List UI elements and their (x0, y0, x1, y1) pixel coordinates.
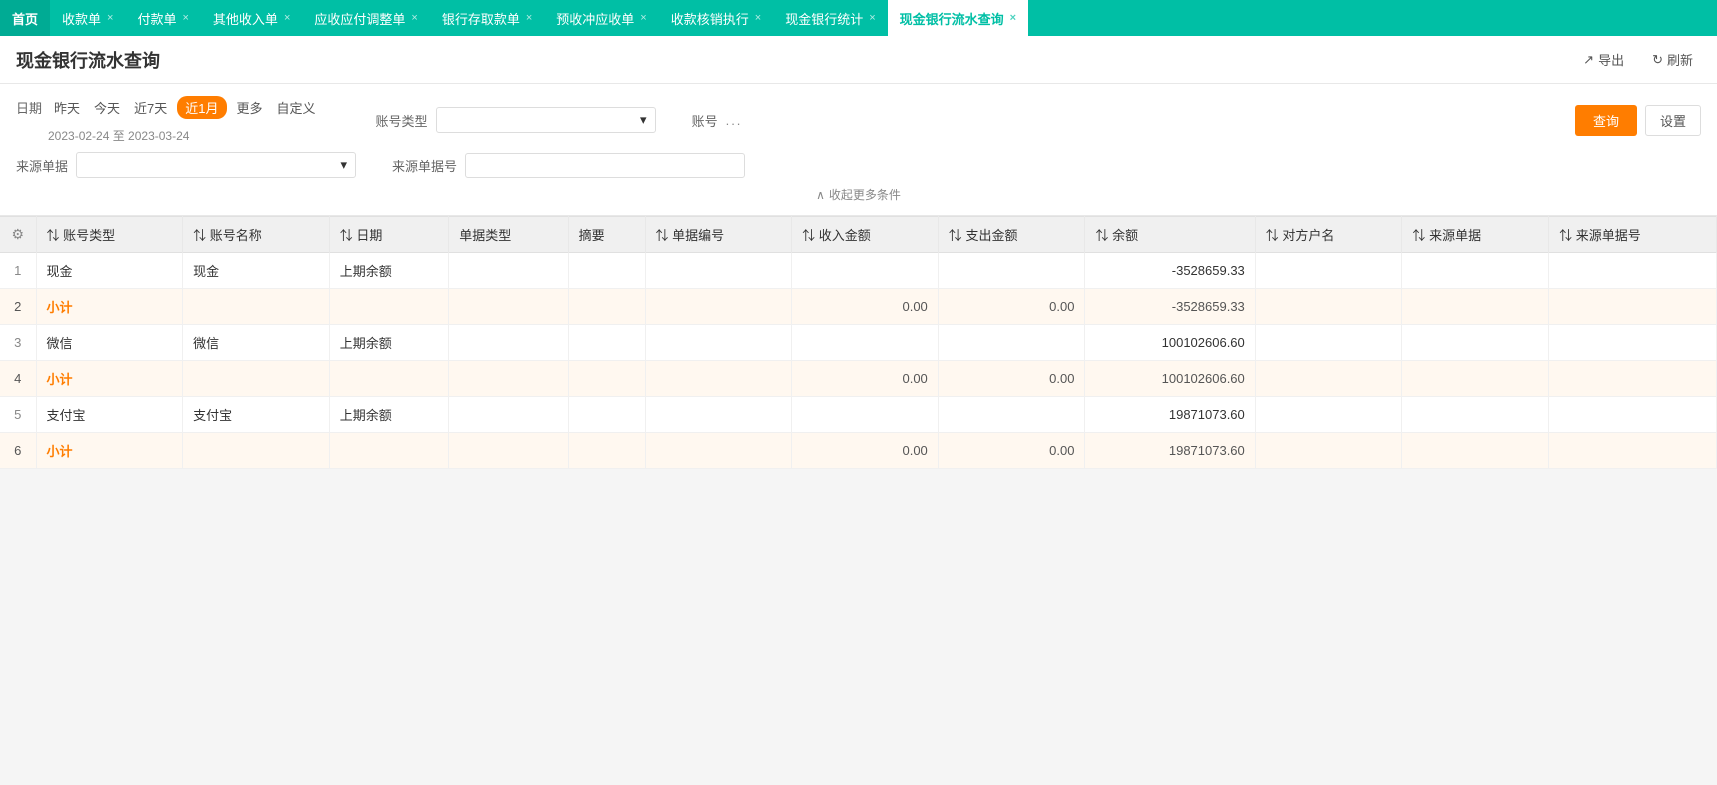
table-container: ⚙ ⇅ 账号类型 ⇅ 账号名称 ⇅ 日期 单据类型 摘要 (0, 216, 1717, 469)
close-icon[interactable]: × (411, 12, 417, 24)
filter-row-1: 日期 昨天 今天 近7天 近1月 更多 自定义 2023-02-24 至 202… (16, 96, 1701, 144)
date-opt-custom[interactable]: 自定义 (273, 96, 320, 119)
close-icon[interactable]: × (755, 12, 761, 24)
chevron-up-icon: ∧ (816, 188, 825, 202)
table-header-row: ⚙ ⇅ 账号类型 ⇅ 账号名称 ⇅ 日期 单据类型 摘要 (0, 217, 1717, 253)
close-icon[interactable]: × (182, 12, 188, 24)
table-row: 2小计0.000.00-3528659.33 (0, 289, 1717, 325)
col-income: ⇅ 收入金额 (792, 217, 939, 253)
close-icon[interactable]: × (526, 12, 532, 24)
table-row: 5支付宝支付宝上期余额19871073.60 (0, 397, 1717, 433)
close-icon[interactable]: × (107, 12, 113, 24)
nav-home[interactable]: 首页 (0, 0, 50, 36)
source-doc-no-input[interactable] (465, 153, 745, 178)
nav-tab-fukuandan[interactable]: 付款单 × (125, 0, 200, 36)
col-balance: ⇅ 余额 (1085, 217, 1255, 253)
query-button[interactable]: 查询 (1575, 105, 1637, 136)
source-doc-label: 来源单据 (16, 156, 68, 175)
date-opt-more[interactable]: 更多 (233, 96, 267, 119)
date-options: 昨天 今天 近7天 近1月 更多 自定义 (50, 96, 320, 119)
col-settings[interactable]: ⚙ (0, 217, 36, 253)
col-expense: ⇅ 支出金额 (938, 217, 1085, 253)
nav-tab-liushui[interactable]: 现金银行流水查询 × (888, 0, 1028, 36)
table-row: 3微信微信上期余额100102606.60 (0, 325, 1717, 361)
col-doc-no: ⇅ 单据编号 (645, 217, 792, 253)
settings-button[interactable]: 设置 (1645, 105, 1701, 136)
source-doc-select[interactable]: ▾ (76, 152, 356, 178)
export-icon: ↗ (1583, 52, 1594, 68)
collapse-bar: ∧ 收起更多条件 (16, 186, 1701, 203)
refresh-icon: ↻ (1652, 52, 1663, 68)
gear-icon[interactable]: ⚙ (11, 226, 24, 242)
table-row: 4小计0.000.00100102606.60 (0, 361, 1717, 397)
page-title: 现金银行流水查询 (16, 47, 160, 73)
table-row: 6小计0.000.0019871073.60 (0, 433, 1717, 469)
date-opt-1month[interactable]: 近1月 (177, 96, 226, 119)
export-button[interactable]: ↗ 导出 (1575, 46, 1632, 73)
collapse-button[interactable]: ∧ 收起更多条件 (816, 186, 901, 203)
col-counterparty: ⇅ 对方户名 (1255, 217, 1402, 253)
close-icon[interactable]: × (1010, 12, 1016, 24)
source-doc-no-label: 来源单据号 (392, 156, 457, 175)
data-table: ⚙ ⇅ 账号类型 ⇅ 账号名称 ⇅ 日期 单据类型 摘要 (0, 216, 1717, 469)
close-icon[interactable]: × (869, 12, 875, 24)
filter-row-2: 来源单据 ▾ 来源单据号 (16, 152, 1701, 178)
close-icon[interactable]: × (284, 12, 290, 24)
account-label: 账号 (692, 111, 718, 130)
filter-area: 日期 昨天 今天 近7天 近1月 更多 自定义 2023-02-24 至 202… (0, 84, 1717, 216)
nav-tab-cunkuan[interactable]: 银行存取款单 × (430, 0, 544, 36)
nav-tab-hexiao[interactable]: 收款核销执行 × (659, 0, 773, 36)
col-account-name: ⇅ 账号名称 (183, 217, 330, 253)
refresh-button[interactable]: ↻ 刷新 (1644, 46, 1701, 73)
top-nav: 首页 收款单 × 付款单 × 其他收入单 × 应收应付调整单 × 银行存取款单 … (0, 0, 1717, 36)
header-actions: ↗ 导出 ↻ 刷新 (1575, 46, 1701, 73)
chevron-down-icon: ▾ (640, 112, 647, 128)
nav-tab-tongji[interactable]: 现金银行统计 × (773, 0, 887, 36)
table-row: 1现金现金上期余额-3528659.33 (0, 253, 1717, 289)
date-opt-yesterday[interactable]: 昨天 (50, 96, 84, 119)
date-opt-today[interactable]: 今天 (90, 96, 124, 119)
nav-tab-yushou[interactable]: 预收冲应收单 × (544, 0, 658, 36)
nav-tab-tiaozhendan[interactable]: 应收应付调整单 × (302, 0, 429, 36)
date-range-display: 2023-02-24 至 2023-03-24 (48, 129, 189, 143)
account-more-dots[interactable]: ... (726, 113, 743, 128)
date-opt-7days[interactable]: 近7天 (130, 96, 171, 119)
col-source-doc-no: ⇅ 来源单据号 (1549, 217, 1717, 253)
nav-tab-shoukuandan[interactable]: 收款单 × (50, 0, 125, 36)
col-source-doc: ⇅ 来源单据 (1402, 217, 1549, 253)
col-doc-type: 单据类型 (449, 217, 568, 253)
col-account-type: ⇅ 账号类型 (36, 217, 183, 253)
account-type-label: 账号类型 (376, 111, 428, 130)
col-date: ⇅ 日期 (329, 217, 448, 253)
nav-tab-qitashouru[interactable]: 其他收入单 × (201, 0, 302, 36)
close-icon[interactable]: × (640, 12, 646, 24)
page-header: 现金银行流水查询 ↗ 导出 ↻ 刷新 (0, 36, 1717, 84)
col-summary: 摘要 (568, 217, 645, 253)
date-label: 日期 (16, 98, 42, 117)
account-type-select[interactable]: ▾ (436, 107, 656, 133)
chevron-down-icon: ▾ (340, 157, 347, 173)
